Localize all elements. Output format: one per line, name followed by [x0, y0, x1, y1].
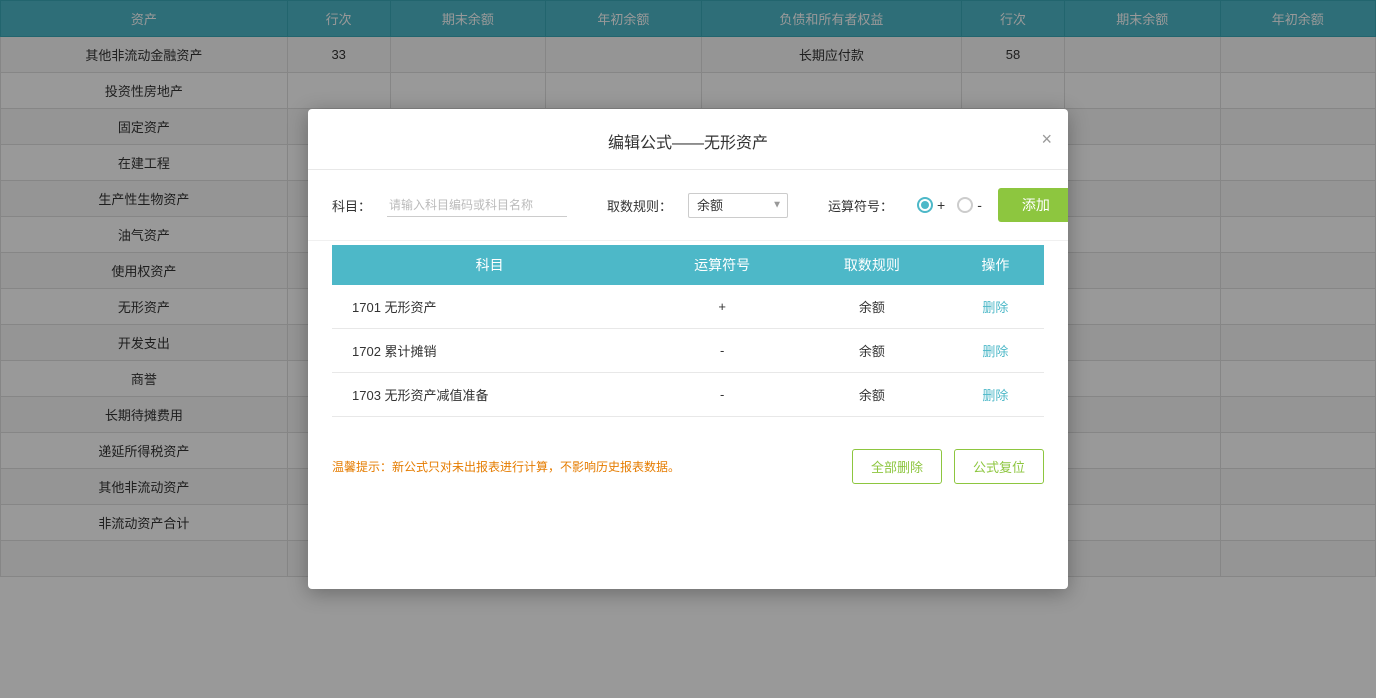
cell-action-3: 删除	[947, 373, 1044, 417]
formula-table: 科目 运算符号 取数规则 操作 1701 无形资产 + 余额 删除	[332, 245, 1044, 417]
add-button[interactable]: 添加	[998, 188, 1068, 222]
col-subject: 科目	[332, 245, 647, 285]
cell-rule-3: 余额	[797, 373, 947, 417]
subject-label: 科目：	[332, 196, 371, 215]
radio-minus[interactable]: -	[957, 197, 982, 213]
modal-header: 编辑公式——无形资产 ×	[308, 109, 1068, 170]
cell-rule-1: 余额	[797, 285, 947, 329]
reset-button[interactable]: 公式复位	[954, 449, 1044, 484]
cell-subject-3: 1703 无形资产减值准备	[332, 373, 647, 417]
cell-rule-2: 余额	[797, 329, 947, 373]
col-rule: 取数规则	[797, 245, 947, 285]
cell-operator-3: -	[647, 373, 797, 417]
cell-subject-2: 1702 累计摊销	[332, 329, 647, 373]
form-row: 科目： 取数规则： 余额 借方 贷方 借方发生额 贷方发生额 ▼ 运算符号： +	[308, 170, 1068, 241]
cell-action-1: 删除	[947, 285, 1044, 329]
radio-minus-circle	[957, 197, 973, 213]
radio-group-operator: + -	[917, 197, 982, 213]
radio-minus-label: -	[977, 197, 982, 213]
rule-label: 取数规则：	[607, 196, 672, 215]
col-operator: 运算符号	[647, 245, 797, 285]
cell-operator-2: -	[647, 329, 797, 373]
modal-footer: 温馨提示：新公式只对未出报表进行计算，不影响历史报表数据。 全部删除 公式复位	[308, 433, 1068, 504]
modal-title: 编辑公式——无形资产	[608, 135, 768, 152]
delete-button-3[interactable]: 删除	[982, 388, 1008, 403]
cell-action-2: 删除	[947, 329, 1044, 373]
modal-dialog: 编辑公式——无形资产 × 科目： 取数规则： 余额 借方 贷方 借方发生额 贷方…	[308, 109, 1068, 589]
footer-buttons: 全部删除 公式复位	[852, 449, 1044, 484]
cell-operator-1: +	[647, 285, 797, 329]
data-table-wrap: 科目 运算符号 取数规则 操作 1701 无形资产 + 余额 删除	[308, 245, 1068, 433]
subject-input[interactable]	[387, 193, 567, 217]
delete-button-1[interactable]: 删除	[982, 300, 1008, 315]
modal-overlay: 编辑公式——无形资产 × 科目： 取数规则： 余额 借方 贷方 借方发生额 贷方…	[0, 0, 1376, 698]
close-button[interactable]: ×	[1041, 130, 1052, 148]
radio-plus-label: +	[937, 197, 945, 213]
radio-plus-circle	[917, 197, 933, 213]
table-row: 1702 累计摊销 - 余额 删除	[332, 329, 1044, 373]
operator-label: 运算符号：	[828, 196, 893, 215]
delete-button-2[interactable]: 删除	[982, 344, 1008, 359]
hint-text: 温馨提示：新公式只对未出报表进行计算，不影响历史报表数据。	[332, 458, 680, 475]
table-row: 1703 无形资产减值准备 - 余额 删除	[332, 373, 1044, 417]
rule-select-container: 余额 借方 贷方 借方发生额 贷方发生额 ▼	[688, 193, 788, 218]
col-action: 操作	[947, 245, 1044, 285]
table-row: 1701 无形资产 + 余额 删除	[332, 285, 1044, 329]
radio-plus[interactable]: +	[917, 197, 945, 213]
delete-all-button[interactable]: 全部删除	[852, 449, 942, 484]
cell-subject-1: 1701 无形资产	[332, 285, 647, 329]
rule-select[interactable]: 余额 借方 贷方 借方发生额 贷方发生额	[688, 193, 788, 218]
